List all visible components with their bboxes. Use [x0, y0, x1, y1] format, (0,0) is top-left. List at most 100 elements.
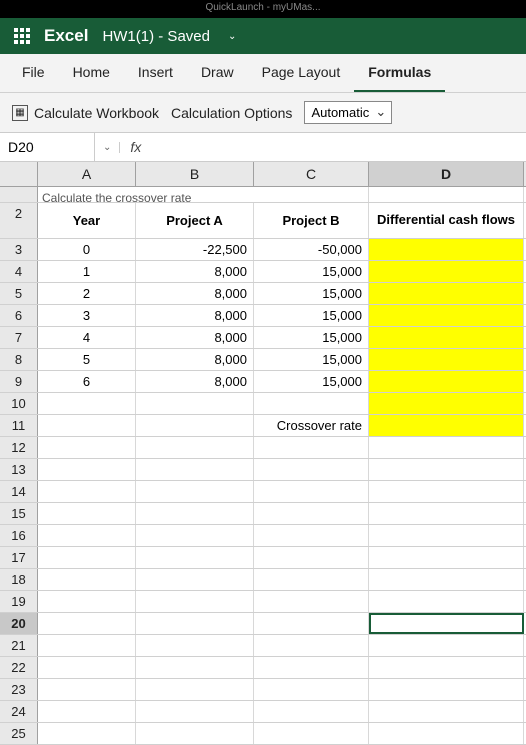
cell[interactable] — [254, 459, 369, 480]
row-header[interactable]: 19 — [0, 591, 38, 612]
calculate-workbook-button[interactable]: ▦ Calculate Workbook — [12, 105, 159, 121]
cell[interactable]: 15,000 — [254, 327, 369, 348]
cell[interactable]: 15,000 — [254, 261, 369, 282]
cell[interactable] — [136, 635, 254, 656]
cell[interactable] — [38, 459, 136, 480]
row-header[interactable] — [0, 187, 38, 202]
cell[interactable]: 8,000 — [136, 261, 254, 282]
tab-insert[interactable]: Insert — [124, 54, 187, 92]
row-header[interactable]: 10 — [0, 393, 38, 414]
cell[interactable]: 1 — [38, 261, 136, 282]
row-header[interactable]: 7 — [0, 327, 38, 348]
cell[interactable] — [369, 261, 524, 282]
col-header-c[interactable]: C — [254, 162, 369, 186]
cell[interactable]: 3 — [38, 305, 136, 326]
calculation-mode-select[interactable]: Automatic — [304, 101, 392, 124]
app-launcher-icon[interactable] — [14, 28, 30, 44]
cell[interactable] — [369, 591, 524, 612]
cell[interactable] — [38, 591, 136, 612]
cell[interactable] — [136, 393, 254, 414]
document-name[interactable]: HW1(1) - Saved — [102, 28, 210, 45]
cell[interactable] — [254, 723, 369, 744]
cell[interactable] — [369, 635, 524, 656]
cell[interactable] — [369, 459, 524, 480]
cell[interactable] — [38, 723, 136, 744]
cell[interactable] — [136, 415, 254, 436]
cell[interactable] — [369, 723, 524, 744]
cell[interactable] — [369, 327, 524, 348]
row-header[interactable]: 21 — [0, 635, 38, 656]
row-header[interactable]: 18 — [0, 569, 38, 590]
row-header[interactable]: 25 — [0, 723, 38, 744]
cell[interactable] — [136, 591, 254, 612]
cell[interactable] — [254, 393, 369, 414]
cell[interactable] — [38, 525, 136, 546]
cell[interactable] — [369, 679, 524, 700]
fx-label[interactable]: fx — [120, 139, 151, 155]
cell[interactable]: 0 — [38, 239, 136, 260]
cell[interactable] — [369, 657, 524, 678]
cell[interactable]: 2 — [38, 283, 136, 304]
cell[interactable]: Project B — [254, 203, 369, 238]
cell[interactable] — [369, 415, 524, 436]
name-box[interactable]: D20 — [0, 133, 95, 161]
cell[interactable]: 6 — [38, 371, 136, 392]
cell[interactable]: 5 — [38, 349, 136, 370]
cell[interactable]: -22,500 — [136, 239, 254, 260]
cell[interactable] — [254, 679, 369, 700]
cell[interactable]: 8,000 — [136, 327, 254, 348]
cell[interactable] — [38, 547, 136, 568]
cell[interactable] — [136, 459, 254, 480]
col-header-a[interactable]: A — [38, 162, 136, 186]
cell[interactable] — [369, 305, 524, 326]
cell[interactable] — [136, 437, 254, 458]
cell[interactable] — [136, 613, 254, 634]
cell[interactable] — [38, 657, 136, 678]
cell[interactable]: Project A — [136, 203, 254, 238]
cell[interactable]: 15,000 — [254, 305, 369, 326]
row-header[interactable]: 8 — [0, 349, 38, 370]
tab-file[interactable]: File — [8, 54, 59, 92]
row-header[interactable]: 20 — [0, 613, 38, 634]
cell[interactable]: Differential cash flows — [369, 203, 524, 238]
cell[interactable] — [38, 613, 136, 634]
cell[interactable] — [38, 679, 136, 700]
row-header[interactable]: 13 — [0, 459, 38, 480]
cell[interactable] — [254, 503, 369, 524]
cell[interactable]: 15,000 — [254, 371, 369, 392]
cell[interactable] — [38, 701, 136, 722]
cell[interactable]: 8,000 — [136, 305, 254, 326]
cell[interactable]: 15,000 — [254, 349, 369, 370]
row-header[interactable]: 15 — [0, 503, 38, 524]
spreadsheet-grid[interactable]: A B C D Calculate the crossover rate 2Ye… — [0, 162, 526, 745]
cell[interactable] — [38, 415, 136, 436]
active-cell[interactable] — [369, 613, 524, 634]
cell[interactable] — [254, 701, 369, 722]
col-header-b[interactable]: B — [136, 162, 254, 186]
cell[interactable] — [136, 723, 254, 744]
row-header[interactable]: 11 — [0, 415, 38, 436]
cell[interactable] — [136, 481, 254, 502]
row-header[interactable]: 24 — [0, 701, 38, 722]
cell[interactable] — [254, 657, 369, 678]
row-header[interactable]: 14 — [0, 481, 38, 502]
cell[interactable] — [254, 437, 369, 458]
row-header[interactable]: 6 — [0, 305, 38, 326]
cell[interactable] — [369, 525, 524, 546]
calculation-options-button[interactable]: Calculation Options — [171, 105, 292, 121]
cell[interactable] — [369, 569, 524, 590]
cell[interactable] — [254, 613, 369, 634]
cell[interactable] — [369, 701, 524, 722]
cell[interactable] — [369, 481, 524, 502]
cell[interactable] — [369, 503, 524, 524]
cell[interactable] — [136, 657, 254, 678]
cell[interactable]: -50,000 — [254, 239, 369, 260]
tab-draw[interactable]: Draw — [187, 54, 248, 92]
cell[interactable]: Calculate the crossover rate — [38, 187, 369, 202]
cell[interactable] — [38, 437, 136, 458]
cell[interactable] — [136, 679, 254, 700]
cell[interactable] — [369, 187, 524, 202]
cell[interactable] — [254, 525, 369, 546]
cell[interactable] — [38, 503, 136, 524]
row-header[interactable]: 3 — [0, 239, 38, 260]
